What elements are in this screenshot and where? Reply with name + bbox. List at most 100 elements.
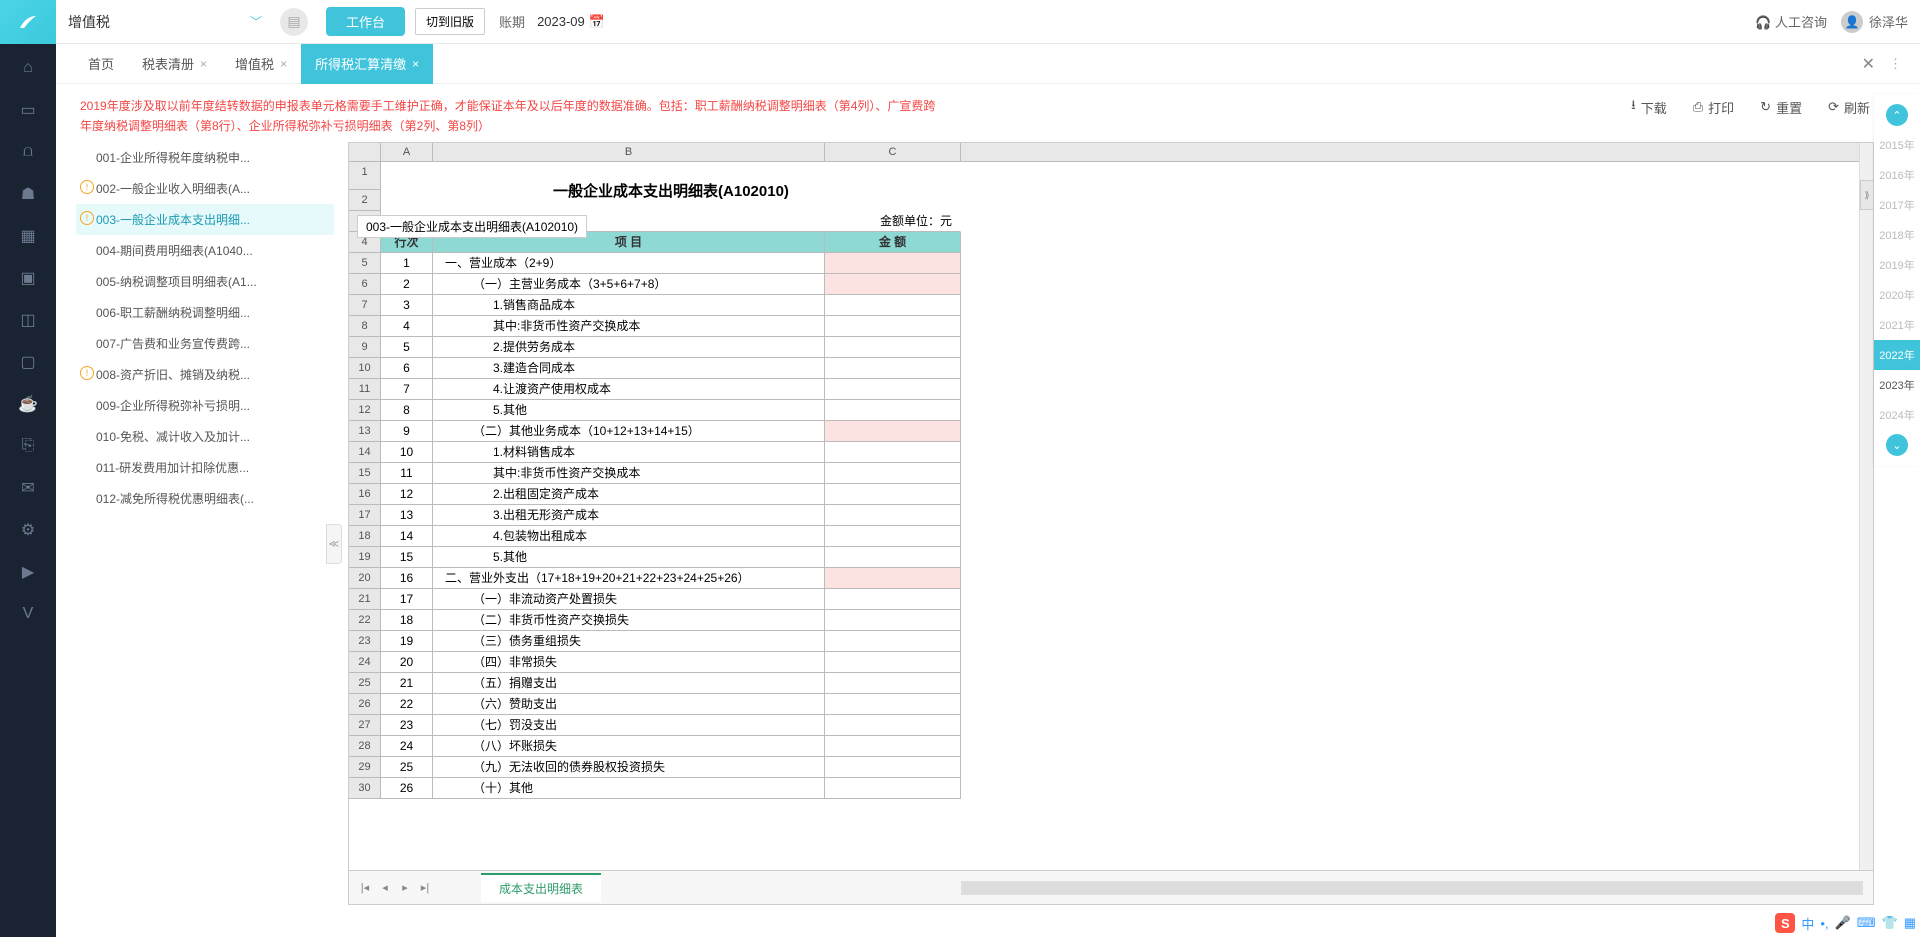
- cell-amount[interactable]: [825, 757, 961, 778]
- cell-item[interactable]: （一）主营业务成本（3+5+6+7+8）: [433, 274, 825, 295]
- row-header[interactable]: 12: [349, 400, 381, 421]
- print-button[interactable]: ⎙ 打印: [1693, 96, 1734, 118]
- ime-skin-icon[interactable]: 👕: [1882, 915, 1898, 931]
- year-item[interactable]: 2015年: [1874, 130, 1920, 160]
- cell-item[interactable]: 5.其他: [433, 400, 825, 421]
- row-header[interactable]: 8: [349, 316, 381, 337]
- row-header[interactable]: 18: [349, 526, 381, 547]
- cell-line-no[interactable]: 9: [381, 421, 433, 442]
- form-list-item[interactable]: 005-纳税调整项目明细表(A1...: [76, 266, 334, 297]
- cell-item[interactable]: 1.材料销售成本: [433, 442, 825, 463]
- settings-icon[interactable]: ⚙: [18, 520, 38, 540]
- col-a-header[interactable]: A: [381, 143, 433, 161]
- cell-line-no[interactable]: 18: [381, 610, 433, 631]
- row-header[interactable]: 22: [349, 610, 381, 631]
- cell-amount[interactable]: [825, 610, 961, 631]
- cell-line-no[interactable]: 8: [381, 400, 433, 421]
- cell-item[interactable]: （三）债务重组损失: [433, 631, 825, 652]
- cell-item[interactable]: 二、营业外支出（17+18+19+20+21+22+23+24+25+26）: [433, 568, 825, 589]
- cell-amount[interactable]: [825, 568, 961, 589]
- collapse-handle[interactable]: ≪: [326, 524, 342, 564]
- tab[interactable]: 增值税×: [221, 44, 301, 84]
- report-icon[interactable]: ⩍: [18, 142, 38, 162]
- ime-keyboard-icon[interactable]: ⌨: [1857, 915, 1876, 931]
- cell-amount[interactable]: [825, 463, 961, 484]
- row-header[interactable]: 5: [349, 253, 381, 274]
- cell-item[interactable]: （一）非流动资产处置损失: [433, 589, 825, 610]
- row-header[interactable]: 6: [349, 274, 381, 295]
- row-header[interactable]: 15: [349, 463, 381, 484]
- cell-amount[interactable]: [825, 442, 961, 463]
- cell-amount[interactable]: [825, 274, 961, 295]
- cell-line-no[interactable]: 23: [381, 715, 433, 736]
- form-list-item[interactable]: 011-研发费用加计扣除优惠...: [76, 452, 334, 483]
- cell-amount[interactable]: [825, 631, 961, 652]
- ime-logo-icon[interactable]: S: [1775, 913, 1795, 933]
- row-header[interactable]: 26: [349, 694, 381, 715]
- user-menu[interactable]: 👤 徐泽华: [1841, 11, 1908, 33]
- close-icon[interactable]: ×: [412, 57, 419, 71]
- cell-line-no[interactable]: 5: [381, 337, 433, 358]
- cell-line-no[interactable]: 4: [381, 316, 433, 337]
- cell-item[interactable]: （二）非货币性资产交换损失: [433, 610, 825, 631]
- sheet-tab[interactable]: 成本支出明细表: [481, 873, 601, 902]
- cell-amount[interactable]: [825, 547, 961, 568]
- calendar-nav-icon[interactable]: ▢: [18, 352, 38, 372]
- header-cell[interactable]: 金 额: [825, 232, 961, 253]
- ime-toolbox-icon[interactable]: ▦: [1904, 915, 1916, 931]
- cell-item[interactable]: 一、营业成本（2+9）: [433, 253, 825, 274]
- cell-line-no[interactable]: 6: [381, 358, 433, 379]
- form-list-item[interactable]: 001-企业所得税年度纳税申...: [76, 142, 334, 173]
- row-header[interactable]: 27: [349, 715, 381, 736]
- cell-amount[interactable]: [825, 421, 961, 442]
- horizontal-scrollbar[interactable]: [961, 881, 1863, 895]
- row-header[interactable]: 2: [349, 190, 381, 211]
- cell-item[interactable]: 2.提供劳务成本: [433, 337, 825, 358]
- year-item[interactable]: 2018年: [1874, 220, 1920, 250]
- archive-icon[interactable]: ⎘: [18, 436, 38, 456]
- form-list-item[interactable]: 008-资产折旧、摊销及纳税...: [76, 359, 334, 390]
- row-header[interactable]: 19: [349, 547, 381, 568]
- ime-mic-icon[interactable]: 🎤: [1835, 915, 1851, 931]
- cell-item[interactable]: 4.包装物出租成本: [433, 526, 825, 547]
- row-header[interactable]: 25: [349, 673, 381, 694]
- year-item[interactable]: 2022年: [1874, 340, 1920, 370]
- row-header[interactable]: 24: [349, 652, 381, 673]
- year-item[interactable]: 2019年: [1874, 250, 1920, 280]
- cell-item[interactable]: 5.其他: [433, 547, 825, 568]
- cell-amount[interactable]: [825, 694, 961, 715]
- cell-line-no[interactable]: 7: [381, 379, 433, 400]
- year-item[interactable]: 2024年: [1874, 400, 1920, 430]
- row-header[interactable]: 7: [349, 295, 381, 316]
- home-icon[interactable]: ⌂: [18, 58, 38, 78]
- cell-item[interactable]: （十）其他: [433, 778, 825, 799]
- cell-amount[interactable]: [825, 736, 961, 757]
- year-item[interactable]: 2017年: [1874, 190, 1920, 220]
- cell-item[interactable]: （四）非常损失: [433, 652, 825, 673]
- cell-line-no[interactable]: 14: [381, 526, 433, 547]
- cell-item[interactable]: （五）捐赠支出: [433, 673, 825, 694]
- close-icon[interactable]: ×: [200, 57, 207, 71]
- row-header[interactable]: 23: [349, 631, 381, 652]
- chart-icon[interactable]: ◫: [18, 310, 38, 330]
- cell-line-no[interactable]: 11: [381, 463, 433, 484]
- row-header[interactable]: 1: [349, 162, 381, 190]
- row-header[interactable]: 30: [349, 778, 381, 799]
- funds-icon[interactable]: ☗: [18, 184, 38, 204]
- row-header[interactable]: 28: [349, 736, 381, 757]
- period-value[interactable]: 2023-09: [537, 14, 585, 29]
- ime-punct-icon[interactable]: •,: [1820, 916, 1828, 931]
- row-header[interactable]: 16: [349, 484, 381, 505]
- cell-line-no[interactable]: 21: [381, 673, 433, 694]
- row-header[interactable]: 11: [349, 379, 381, 400]
- col-b-header[interactable]: B: [433, 143, 825, 161]
- form-list-item[interactable]: 003-一般企业成本支出明细...: [76, 204, 334, 235]
- cell-line-no[interactable]: 25: [381, 757, 433, 778]
- calendar-icon[interactable]: 📅: [589, 14, 605, 30]
- cell-amount[interactable]: [825, 316, 961, 337]
- cell-item[interactable]: 3.建造合同成本: [433, 358, 825, 379]
- cell-line-no[interactable]: 3: [381, 295, 433, 316]
- year-down-icon[interactable]: ⌄: [1886, 434, 1908, 456]
- sheet-nav-prev[interactable]: ◂: [375, 878, 395, 898]
- cell-line-no[interactable]: 1: [381, 253, 433, 274]
